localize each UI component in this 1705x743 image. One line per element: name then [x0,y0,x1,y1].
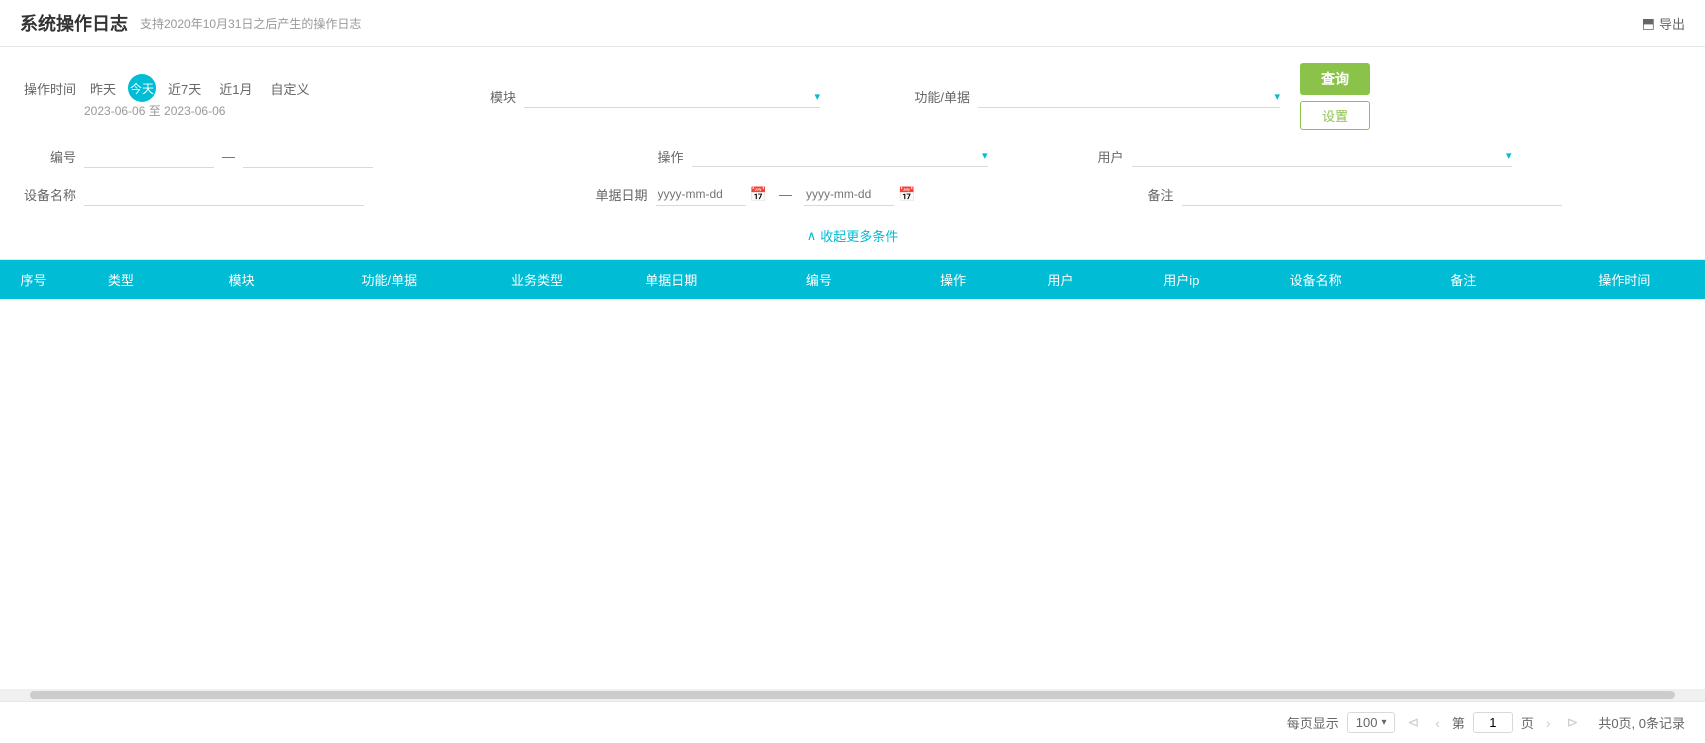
remark-input[interactable] [1182,182,1562,206]
operation-time-label: 操作时间 [20,79,76,98]
page-wrapper: 系统操作日志 支持2020年10月31日之后产生的操作日志 ⬒ 导出 操作时间 … [0,0,1705,743]
operation-select[interactable]: ▾ [692,145,988,167]
col-header-op: 操作 [899,260,1006,299]
header-title-row: 系统操作日志 支持2020年10月31日之后产生的操作日志 [20,10,361,36]
total-text: 共0页, 0条记录 [1598,713,1685,732]
voucher-date-start[interactable] [656,183,746,206]
operation-chevron-icon: ▾ [982,149,988,162]
device-name-label: 设备名称 [20,185,76,204]
table-header-row: 序号 类型 模块 功能/单据 业务类型 单据日期 编号 操作 用户 用户ip 设… [0,260,1705,299]
last1m-tab[interactable]: 近1月 [213,77,258,100]
voucher-date-label: 单据日期 [578,185,648,204]
col-header-ip: 用户ip [1114,260,1248,299]
horizontal-scrollbar[interactable] [0,689,1705,701]
code-group: 编号 — [20,144,548,168]
col-header-biz: 业务类型 [470,260,604,299]
device-name-input[interactable] [84,182,364,206]
export-label: 导出 [1659,14,1685,33]
action-buttons: 查询 设置 [1300,63,1370,130]
col-header-time: 操作时间 [1544,260,1705,299]
page-unit: 页 [1521,713,1534,732]
custom-tab[interactable]: 自定义 [264,77,315,100]
feature-select[interactable]: ▾ [978,86,1280,108]
remark-label: 备注 [1118,185,1174,204]
col-header-remark: 备注 [1383,260,1544,299]
page-size-value: 100 [1356,715,1378,730]
operation-group: 操作 ▾ [628,145,988,167]
data-table: 序号 类型 模块 功能/单据 业务类型 单据日期 编号 操作 用户 用户ip 设… [0,260,1705,299]
yesterday-tab[interactable]: 昨天 [84,77,122,100]
feature-group: 功能/单据 ▾ [900,86,1280,108]
page-size-arrow-icon: ▾ [1381,717,1386,728]
filter-row-1: 操作时间 昨天 今天 近7天 近1月 自定义 2023-06-06 至 2023… [20,63,1685,130]
code-input-end[interactable] [243,144,373,168]
col-header-user: 用户 [1007,260,1114,299]
table-wrapper: 序号 类型 模块 功能/单据 业务类型 单据日期 编号 操作 用户 用户ip 设… [0,260,1705,689]
time-filter-top: 操作时间 昨天 今天 近7天 近1月 自定义 [20,74,380,102]
device-name-group: 设备名称 [20,182,498,206]
collapse-button[interactable]: ∧ 收起更多条件 [807,226,899,245]
time-tabs: 昨天 今天 近7天 近1月 自定义 [84,74,316,102]
filter-row-3: 设备名称 单据日期 📅 — 📅 备注 [20,182,1685,206]
feature-label: 功能/单据 [900,87,970,106]
voucher-date-end[interactable] [804,183,894,206]
col-header-module: 模块 [175,260,309,299]
last7-tab[interactable]: 近7天 [162,77,207,100]
date-range-row: 2023-06-06 至 2023-06-06 [20,102,380,119]
col-header-device: 设备名称 [1248,260,1382,299]
next-page-button[interactable]: › [1542,713,1555,733]
last-page-button[interactable]: ⊳ [1563,712,1583,733]
voucher-date-wrapper: 📅 — 📅 [656,183,1038,206]
code-label: 编号 [20,147,76,166]
operation-time-group: 操作时间 昨天 今天 近7天 近1月 自定义 2023-06-06 至 2023… [20,74,380,119]
collapse-icon: ∧ [807,228,817,244]
user-label: 用户 [1068,147,1124,166]
page-subtitle: 支持2020年10月31日之后产生的操作日志 [140,15,361,32]
scrollbar-thumb[interactable] [30,691,1675,699]
user-group: 用户 ▾ [1068,145,1596,167]
col-header-type: 类型 [67,260,174,299]
feature-chevron-icon: ▾ [1274,90,1280,103]
col-header-feature: 功能/单据 [309,260,470,299]
col-header-date: 单据日期 [604,260,738,299]
today-tab[interactable]: 今天 [128,74,156,102]
col-header-code: 编号 [738,260,899,299]
page-number-input[interactable] [1473,712,1513,733]
export-icon: ⬒ [1642,15,1655,32]
query-button[interactable]: 查询 [1300,63,1370,95]
voucher-date-dash: — [779,187,792,202]
date-range-text: 2023-06-06 至 2023-06-06 [84,102,225,119]
module-select[interactable]: ▾ [524,86,820,108]
first-page-button[interactable]: ⊲ [1403,712,1423,733]
collapse-row: ∧ 收起更多条件 [20,220,1685,251]
module-group: 模块 ▾ [460,86,820,108]
filter-row-2: 编号 — 操作 ▾ 用户 ▾ [20,144,1685,168]
page-label: 第 [1452,713,1465,732]
page-size-label: 每页显示 [1287,713,1339,732]
voucher-date-group: 单据日期 📅 — 📅 [578,183,1038,206]
user-select[interactable]: ▾ [1132,145,1512,167]
code-input-start[interactable] [84,144,214,168]
page-header: 系统操作日志 支持2020年10月31日之后产生的操作日志 ⬒ 导出 [0,0,1705,47]
pagination-bar: 每页显示 100 ▾ ⊲ ‹ 第 页 › ⊳ 共0页, 0条记录 [0,701,1705,743]
settings-button[interactable]: 设置 [1300,101,1370,130]
operation-label: 操作 [628,147,684,166]
remark-group: 备注 [1118,182,1596,206]
calendar-end-icon[interactable]: 📅 [898,186,915,203]
export-button[interactable]: ⬒ 导出 [1642,14,1685,33]
table-header: 序号 类型 模块 功能/单据 业务类型 单据日期 编号 操作 用户 用户ip 设… [0,260,1705,299]
filter-area: 操作时间 昨天 今天 近7天 近1月 自定义 2023-06-06 至 2023… [0,47,1705,260]
user-chevron-icon: ▾ [1506,149,1512,162]
page-size-select[interactable]: 100 ▾ [1347,712,1396,733]
page-title: 系统操作日志 [20,10,128,36]
col-header-seq: 序号 [0,260,67,299]
calendar-start-icon[interactable]: 📅 [750,186,767,203]
module-chevron-icon: ▾ [814,90,820,103]
module-label: 模块 [460,87,516,106]
collapse-label: 收起更多条件 [820,226,898,245]
code-dash: — [222,149,235,164]
prev-page-button[interactable]: ‹ [1431,713,1444,733]
